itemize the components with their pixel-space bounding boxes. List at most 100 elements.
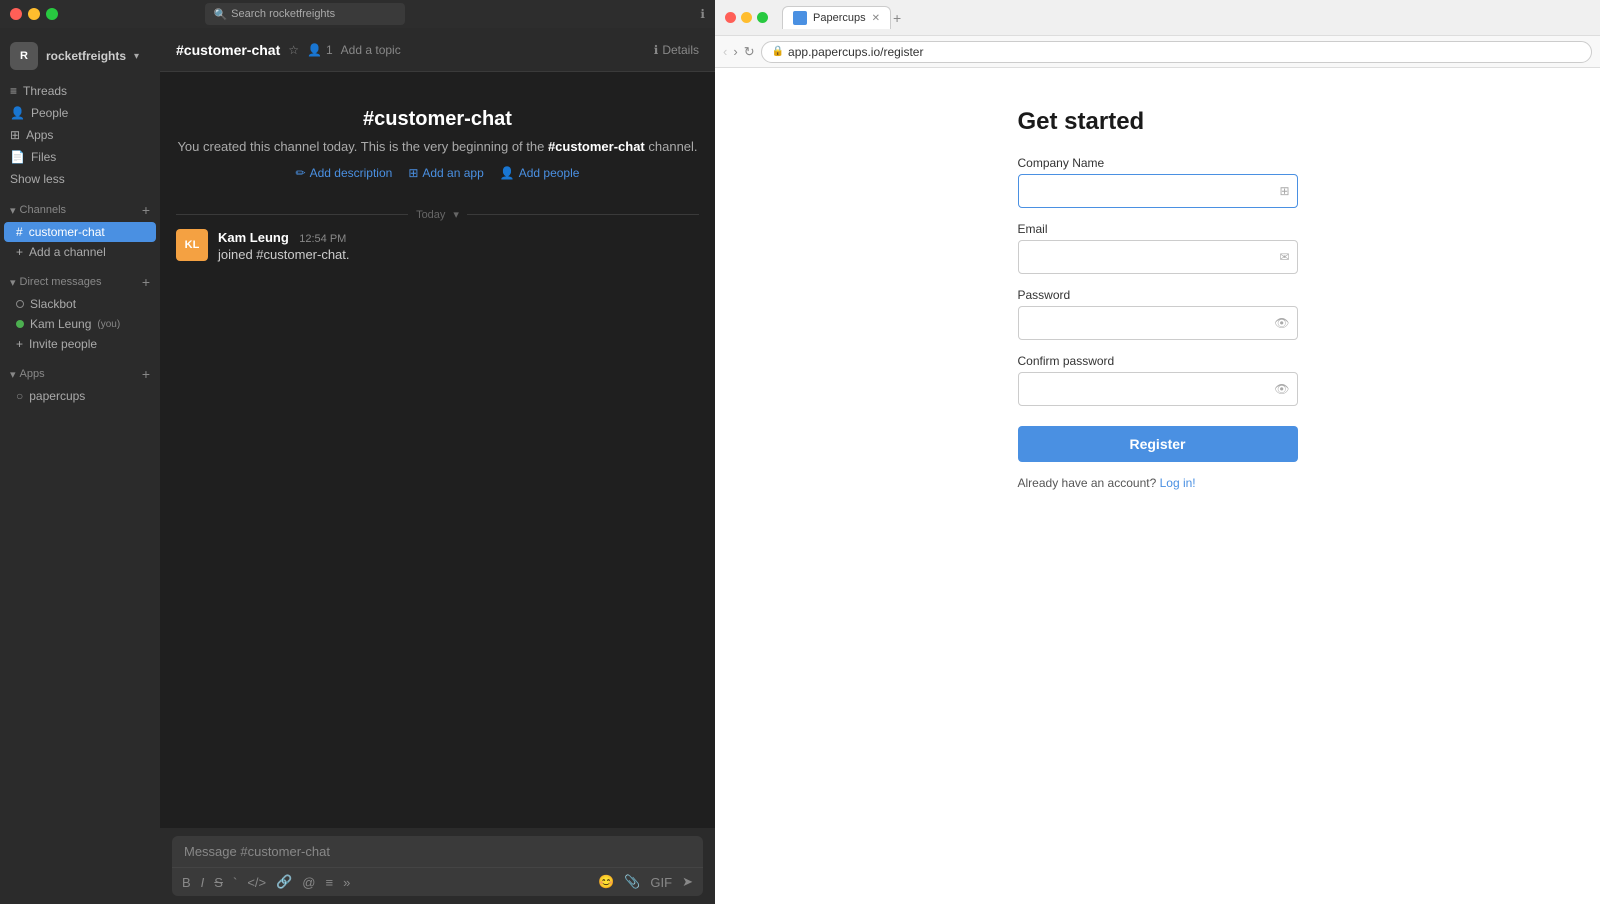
kam-leung-label: Kam Leung: [30, 317, 91, 331]
confirm-password-label: Confirm password: [1018, 354, 1298, 368]
add-dm-icon[interactable]: +: [142, 274, 150, 290]
apps-icon: ⊞: [10, 128, 20, 142]
email-input-icon: ✉: [1279, 250, 1289, 264]
traffic-lights: [10, 8, 58, 20]
add-channel-label: Add a channel: [29, 245, 106, 259]
app-icon: ⊞: [408, 166, 418, 180]
password-eye-icon[interactable]: 👁: [1274, 316, 1289, 330]
confirm-password-input[interactable]: [1018, 372, 1298, 406]
sidebar-item-threads[interactable]: ≡ Threads: [0, 80, 160, 102]
add-app-button[interactable]: ⊞ Add an app: [408, 166, 483, 180]
message-avatar: KL: [176, 229, 208, 261]
link-button[interactable]: 🔗: [274, 872, 294, 892]
format-strikethrough-button[interactable]: S: [212, 873, 225, 892]
member-count: 👤 1: [307, 43, 333, 57]
chat-area: #customer-chat ☆ 👤 1 Add a topic ℹ Detai…: [160, 28, 715, 904]
dm-section-header[interactable]: ▾ Direct messages +: [0, 270, 160, 294]
password-input[interactable]: [1018, 306, 1298, 340]
message-time: 12:54 PM: [299, 233, 346, 245]
dm-label: Direct messages: [20, 276, 102, 288]
search-icon: 🔍: [213, 8, 227, 21]
format-bold-button[interactable]: B: [180, 873, 193, 892]
new-tab-button[interactable]: +: [893, 10, 901, 26]
show-less-label: Show less: [10, 172, 65, 186]
login-link-section: Already have an account? Log in!: [1018, 476, 1298, 490]
format-italic-button[interactable]: I: [199, 873, 207, 892]
papercups-label: papercups: [29, 389, 85, 403]
email-label: Email: [1018, 222, 1298, 236]
add-people-label: Add people: [519, 166, 580, 180]
minimize-window-button[interactable]: [28, 8, 40, 20]
email-group: Email ✉: [1018, 222, 1298, 274]
you-badge: (you): [97, 319, 120, 330]
attachment-button[interactable]: 📎: [622, 872, 642, 892]
browser-app: Papercups ✕ + ‹ › ↻ 🔒 app.papercups.io/r…: [715, 0, 1600, 904]
today-label: Today: [416, 209, 445, 221]
sidebar-item-slackbot[interactable]: Slackbot: [0, 294, 160, 314]
sidebar-item-apps[interactable]: ⊞ Apps: [0, 124, 160, 146]
message-input[interactable]: [172, 836, 703, 867]
workspace-header[interactable]: R rocketfreights ▾: [0, 36, 160, 76]
add-app-icon[interactable]: +: [142, 366, 150, 382]
apps-section-header[interactable]: ▾ Apps +: [0, 362, 160, 386]
browser-close-button[interactable]: [725, 12, 736, 23]
chat-header: #customer-chat ☆ 👤 1 Add a topic ℹ Detai…: [160, 28, 715, 72]
add-topic-button[interactable]: Add a topic: [341, 43, 401, 57]
sidebar-item-kam-leung[interactable]: Kam Leung (you): [0, 314, 160, 334]
gif-button[interactable]: GIF: [648, 873, 674, 892]
tab-close-button[interactable]: ✕: [872, 13, 880, 24]
send-button[interactable]: ➤: [680, 872, 695, 892]
chat-header-left: #customer-chat ☆ 👤 1 Add a topic: [176, 42, 401, 58]
details-button[interactable]: ℹ Details: [654, 43, 699, 57]
emoji-button[interactable]: 😊: [596, 872, 616, 892]
add-description-button[interactable]: ✏ Add description: [296, 166, 393, 180]
forward-button[interactable]: ›: [733, 44, 737, 59]
app-search-bar[interactable]: 🔍 Search rocketfreights: [205, 3, 405, 25]
person-add-icon: 👤: [500, 166, 515, 180]
password-group: Password 👁: [1018, 288, 1298, 340]
format-inline-code-button[interactable]: `: [231, 873, 239, 892]
add-people-button[interactable]: 👤 Add people: [500, 166, 580, 180]
register-button[interactable]: Register: [1018, 426, 1298, 462]
company-input-icon: ⊞: [1279, 184, 1289, 198]
back-button[interactable]: ‹: [723, 44, 727, 59]
close-window-button[interactable]: [10, 8, 22, 20]
mention-button[interactable]: @: [300, 873, 317, 892]
add-channel-icon[interactable]: +: [142, 202, 150, 218]
lock-icon: 🔒: [772, 46, 784, 57]
channel-actions: ✏ Add description ⊞ Add an app 👤 Add peo…: [176, 166, 699, 180]
sidebar-item-papercups[interactable]: ○ papercups: [0, 386, 160, 406]
chat-channel-name: #customer-chat: [176, 42, 280, 58]
browser-minimize-button[interactable]: [741, 12, 752, 23]
star-icon[interactable]: ☆: [288, 43, 299, 57]
threads-label: Threads: [23, 84, 67, 98]
channel-desc-channel: #customer-chat: [548, 139, 645, 154]
email-input[interactable]: [1018, 240, 1298, 274]
sidebar-item-add-channel[interactable]: + Add a channel: [0, 242, 160, 262]
workspace-avatar: R: [10, 42, 38, 70]
maximize-window-button[interactable]: [46, 8, 58, 20]
reload-button[interactable]: ↻: [744, 44, 755, 60]
url-bar[interactable]: 🔒 app.papercups.io/register: [761, 41, 1592, 63]
sidebar-item-invite-people[interactable]: + Invite people: [0, 334, 160, 354]
company-name-input[interactable]: [1018, 174, 1298, 208]
format-code-button[interactable]: </>: [245, 873, 268, 892]
chevron-down-icon: ▾: [134, 51, 139, 62]
sidebar-item-customer-chat[interactable]: # customer-chat: [4, 222, 156, 242]
offline-status-dot: [16, 300, 24, 308]
url-text: app.papercups.io/register: [788, 45, 923, 59]
confirm-password-eye-icon[interactable]: 👁: [1274, 382, 1289, 396]
browser-tab-papercups[interactable]: Papercups ✕: [782, 6, 891, 29]
add-app-label: Add an app: [422, 166, 483, 180]
channels-section-header[interactable]: ▾ Channels +: [0, 198, 160, 222]
login-link[interactable]: Log in!: [1160, 476, 1196, 490]
browser-maximize-button[interactable]: [757, 12, 768, 23]
sidebar-item-files[interactable]: 📄 Files: [0, 146, 160, 168]
threads-icon: ≡: [10, 84, 17, 98]
block-quote-button[interactable]: »: [341, 873, 352, 892]
channel-desc-suffix: channel.: [645, 139, 698, 154]
sidebar-item-show-less[interactable]: Show less: [0, 168, 160, 190]
sidebar-item-people[interactable]: 👤 People: [0, 102, 160, 124]
message-content: Kam Leung 12:54 PM joined #customer-chat…: [218, 229, 699, 262]
list-button[interactable]: ≡: [324, 873, 336, 892]
